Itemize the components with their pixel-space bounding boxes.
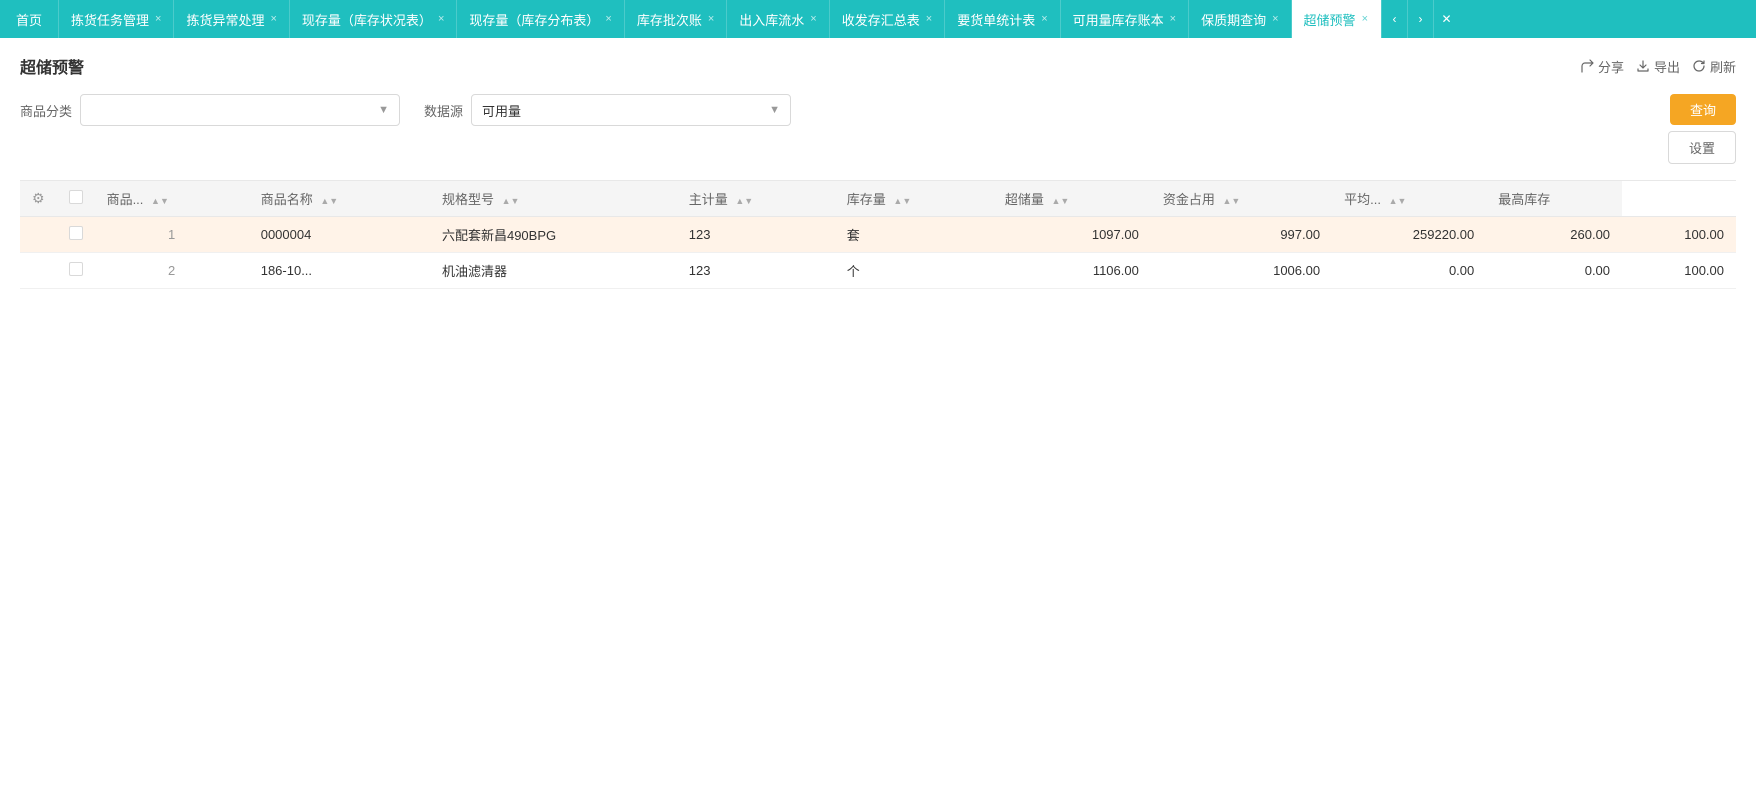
nav-tab-4[interactable]: 库存批次账 × (625, 0, 727, 38)
top-nav: 首页 拣货任务管理 × 拣货异常处理 × 现存量（库存状况表） × 现存量（库存… (0, 0, 1756, 38)
row-cb-0[interactable] (69, 226, 83, 240)
close-tab-10-icon[interactable]: × (1362, 13, 1368, 25)
row-product-name-1: 机油滤清器 (430, 253, 677, 289)
refresh-icon (1692, 59, 1706, 73)
datasource-dropdown-arrow: ▼ (769, 104, 780, 116)
row-spec-1: 123 (677, 253, 835, 289)
export-button[interactable]: 导出 (1636, 57, 1680, 76)
sort-icon-spec: ▲▼ (502, 196, 520, 206)
close-tab-0-icon[interactable]: × (155, 13, 161, 25)
header-checkbox[interactable] (69, 190, 83, 204)
nav-tab-3[interactable]: 现存量（库存分布表） × (457, 0, 624, 38)
nav-tab-8[interactable]: 可用量库存账本 × (1061, 0, 1189, 38)
column-maxstock-header[interactable]: 最高库存 (1486, 181, 1622, 217)
close-tab-6-icon[interactable]: × (926, 13, 932, 25)
settings-button[interactable]: 设置 (1668, 131, 1736, 164)
nav-tab-9[interactable]: 保质期查询 × (1189, 0, 1291, 38)
close-tab-3-icon[interactable]: × (605, 13, 611, 25)
column-checkbox-header[interactable] (57, 181, 95, 217)
column-product-code-header[interactable]: 商品... ▲▼ (95, 181, 249, 217)
sort-icon-stock: ▲▼ (893, 196, 911, 206)
sort-icon-unit: ▲▼ (735, 196, 753, 206)
row-product-code-0: 0000004 (249, 217, 430, 253)
table-row: 2 186-10... 机油滤清器 123 个 1106.00 1006.00 … (20, 253, 1736, 289)
nav-tab-0[interactable]: 拣货任务管理 × (59, 0, 174, 38)
close-tab-1-icon[interactable]: × (270, 13, 276, 25)
nav-arrows: ‹ › ✕ (1381, 0, 1459, 38)
row-stock-1: 1106.00 (993, 253, 1151, 289)
row-capital-1: 0.00 (1332, 253, 1486, 289)
row-num-1: 2 (95, 253, 249, 289)
table-row: 1 0000004 六配套新昌490BPG 123 套 1097.00 997.… (20, 217, 1736, 253)
nav-prev-arrow[interactable]: ‹ (1381, 0, 1407, 38)
table-header-row: ⚙ 商品... ▲▼ 商品名称 ▲▼ 规格型号 ▲▼ 主计 (20, 181, 1736, 217)
column-product-name-header[interactable]: 商品名称 ▲▼ (249, 181, 430, 217)
data-table: ⚙ 商品... ▲▼ 商品名称 ▲▼ 规格型号 ▲▼ 主计 (20, 180, 1736, 289)
row-capital-0: 259220.00 (1332, 217, 1486, 253)
sort-icon-capital: ▲▼ (1222, 196, 1240, 206)
close-tab-5-icon[interactable]: × (810, 13, 816, 25)
sort-icon: ▲▼ (151, 196, 169, 206)
column-overstock-header[interactable]: 超储量 ▲▼ (993, 181, 1151, 217)
close-tab-9-icon[interactable]: × (1272, 13, 1278, 25)
category-select[interactable]: ▼ (80, 94, 400, 126)
row-maxstock-1: 100.00 (1622, 253, 1736, 289)
category-label: 商品分类 (20, 101, 72, 120)
datasource-filter-group: 数据源 可用量 ▼ (424, 94, 791, 126)
close-tab-8-icon[interactable]: × (1170, 13, 1176, 25)
close-tab-4-icon[interactable]: × (708, 13, 714, 25)
export-icon (1636, 59, 1650, 73)
query-button[interactable]: 查询 (1670, 94, 1736, 125)
nav-home[interactable]: 首页 (0, 0, 59, 38)
nav-tab-1[interactable]: 拣货异常处理 × (174, 0, 289, 38)
row-overstock-0: 997.00 (1151, 217, 1332, 253)
nav-tab-2[interactable]: 现存量（库存状况表） × (290, 0, 457, 38)
share-icon (1580, 59, 1594, 73)
nav-next-arrow[interactable]: › (1407, 0, 1433, 38)
sort-icon-name: ▲▼ (320, 196, 338, 206)
nav-tab-5[interactable]: 出入库流水 × (727, 0, 829, 38)
page-header: 超储预警 分享 导出 刷新 (20, 54, 1736, 78)
row-gear-1[interactable] (20, 253, 57, 289)
column-settings-header[interactable]: ⚙ (20, 181, 57, 217)
page-title: 超储预警 (20, 54, 84, 78)
category-filter-group: 商品分类 ▼ (20, 94, 400, 126)
row-stock-0: 1097.00 (993, 217, 1151, 253)
nav-tab-10[interactable]: 超储预警 × (1292, 0, 1381, 38)
row-avg-1: 0.00 (1486, 253, 1622, 289)
nav-tab-7[interactable]: 要货单统计表 × (945, 0, 1060, 38)
column-spec-header[interactable]: 规格型号 ▲▼ (430, 181, 677, 217)
row-avg-0: 260.00 (1486, 217, 1622, 253)
row-unit-1: 个 (835, 253, 993, 289)
row-overstock-1: 1006.00 (1151, 253, 1332, 289)
row-checkbox-0[interactable] (57, 217, 95, 253)
filter-buttons: 查询 设置 (1668, 94, 1736, 164)
row-unit-0: 套 (835, 217, 993, 253)
row-num-0: 1 (95, 217, 249, 253)
column-unit-header[interactable]: 主计量 ▲▼ (677, 181, 835, 217)
column-avg-header[interactable]: 平均... ▲▼ (1332, 181, 1486, 217)
header-actions: 分享 导出 刷新 (1580, 57, 1736, 76)
column-capital-header[interactable]: 资金占用 ▲▼ (1151, 181, 1332, 217)
row-product-name-0: 六配套新昌490BPG (430, 217, 677, 253)
share-button[interactable]: 分享 (1580, 57, 1624, 76)
nav-tab-6[interactable]: 收发存汇总表 × (830, 0, 945, 38)
column-stock-header[interactable]: 库存量 ▲▼ (835, 181, 993, 217)
sort-icon-avg: ▲▼ (1389, 196, 1407, 206)
page-content: 超储预警 分享 导出 刷新 (0, 38, 1756, 800)
row-checkbox-1[interactable] (57, 253, 95, 289)
row-maxstock-0: 100.00 (1622, 217, 1736, 253)
nav-close-all-icon[interactable]: ✕ (1433, 0, 1459, 38)
datasource-label: 数据源 (424, 101, 463, 120)
close-tab-7-icon[interactable]: × (1041, 13, 1047, 25)
datasource-select[interactable]: 可用量 ▼ (471, 94, 791, 126)
row-product-code-1: 186-10... (249, 253, 430, 289)
close-tab-2-icon[interactable]: × (438, 13, 444, 25)
row-gear-0[interactable] (20, 217, 57, 253)
refresh-button[interactable]: 刷新 (1692, 57, 1736, 76)
row-cb-1[interactable] (69, 262, 83, 276)
row-spec-0: 123 (677, 217, 835, 253)
sort-icon-overstock: ▲▼ (1051, 196, 1069, 206)
category-dropdown-arrow: ▼ (378, 104, 389, 116)
